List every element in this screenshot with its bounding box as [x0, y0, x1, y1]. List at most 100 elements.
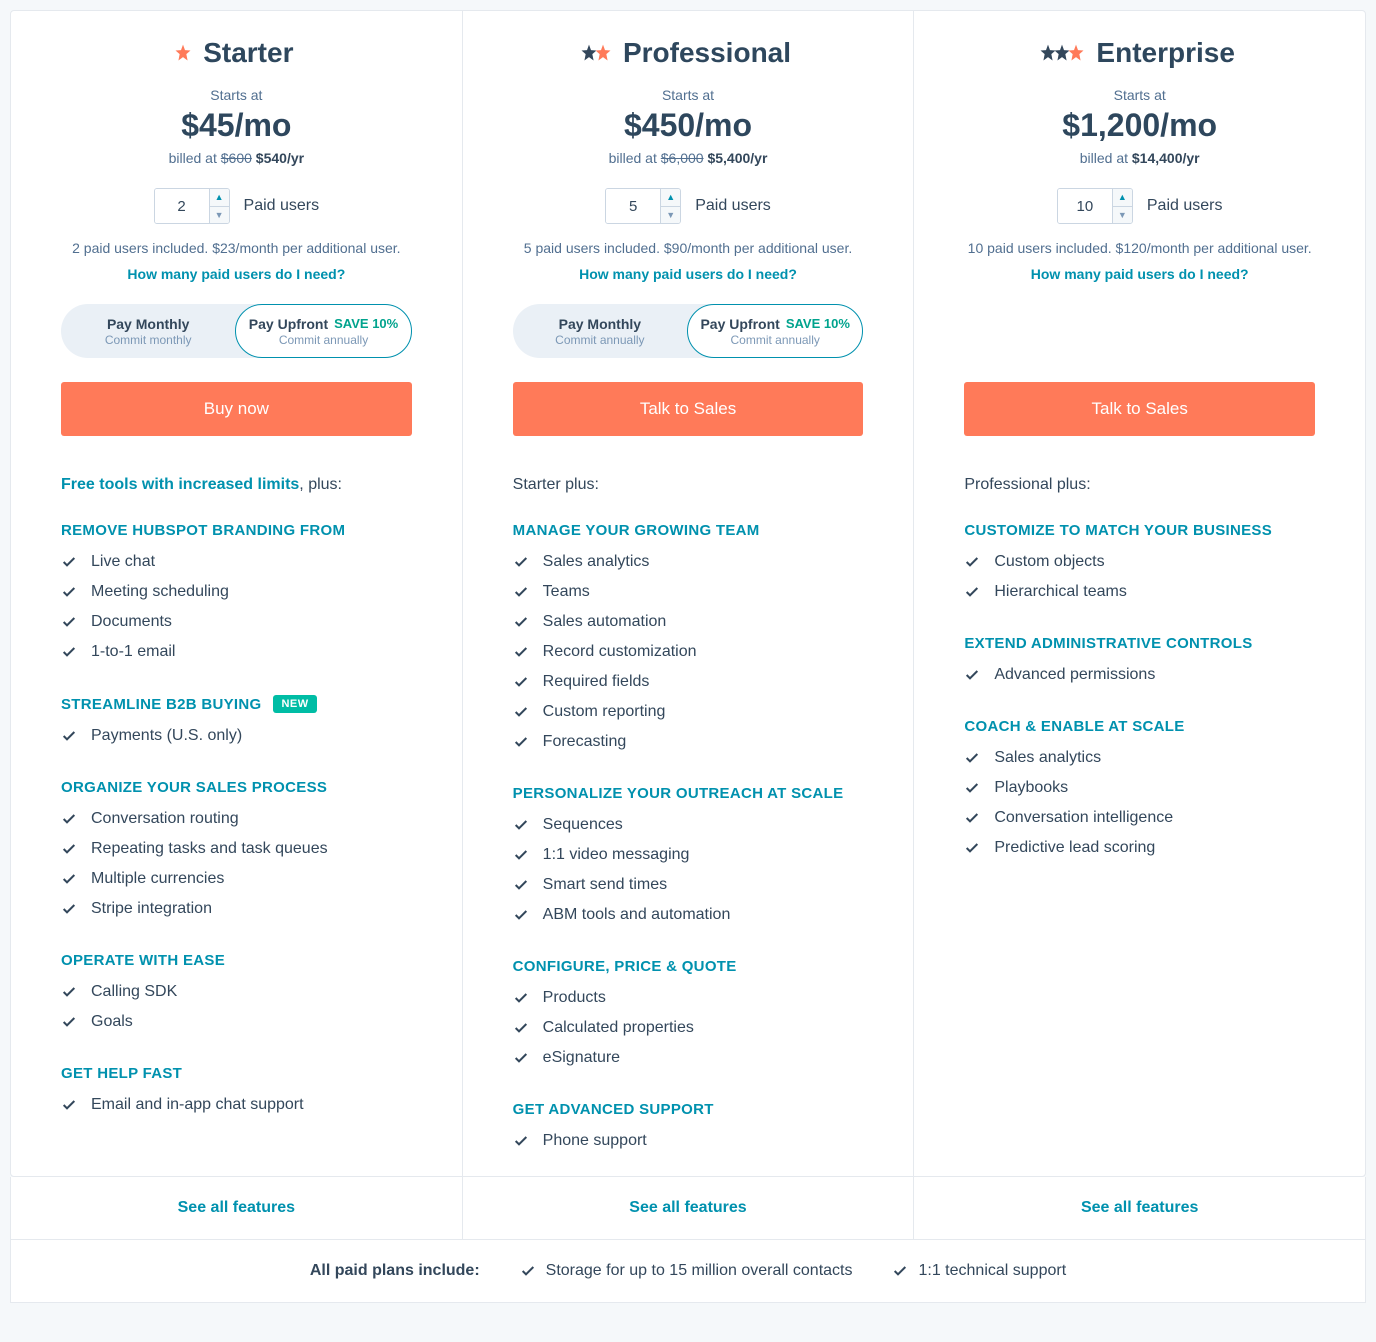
- feature-list: Email and in-app chat support: [61, 1090, 412, 1120]
- feature-heading: GET ADVANCED SUPPORT: [513, 1101, 864, 1118]
- plan-starter: Starter Starts at $45/mo billed at $600 …: [11, 11, 463, 1176]
- price: $45/mo: [61, 107, 412, 144]
- feature-item: Custom objects: [964, 547, 1315, 577]
- feature-item: Sequences: [513, 810, 864, 840]
- feature-heading: PERSONALIZE YOUR OUTREACH AT SCALE: [513, 785, 864, 802]
- help-link[interactable]: How many paid users do I need?: [964, 266, 1315, 282]
- users-stepper[interactable]: ▲ ▼: [605, 188, 681, 224]
- footer-item: 1:1 technical support: [892, 1262, 1066, 1280]
- feature-item: eSignature: [513, 1043, 864, 1073]
- stepper-up-icon[interactable]: ▲: [661, 189, 680, 206]
- starts-at-label: Starts at: [513, 87, 864, 103]
- footer-row: All paid plans include: Storage for up t…: [10, 1240, 1366, 1303]
- feature-list: Sales analyticsTeamsSales automationReco…: [513, 547, 864, 757]
- feature-list: Sequences1:1 video messagingSmart send t…: [513, 810, 864, 930]
- billed-text: billed at $14,400/yr: [964, 150, 1315, 166]
- feature-item: Phone support: [513, 1126, 864, 1156]
- stepper-down-icon[interactable]: ▼: [210, 206, 229, 224]
- feature-groups: REMOVE HUBSPOT BRANDING FROMLive chatMee…: [61, 494, 412, 1120]
- billed-text: billed at $600 $540/yr: [61, 150, 412, 166]
- footer-label: All paid plans include:: [310, 1262, 480, 1280]
- feature-heading: REMOVE HUBSPOT BRANDING FROM: [61, 522, 412, 539]
- feature-list: Custom objectsHierarchical teams: [964, 547, 1315, 607]
- feature-list: ProductsCalculated propertieseSignature: [513, 983, 864, 1073]
- billing-toggle: Pay Monthly Commit monthly Pay UpfrontSA…: [61, 304, 412, 358]
- stepper-down-icon[interactable]: ▼: [1113, 206, 1132, 224]
- toggle-pay-upfront[interactable]: Pay UpfrontSAVE 10% Commit annually: [235, 304, 411, 358]
- plan-enterprise: Enterprise Starts at $1,200/mo billed at…: [914, 11, 1365, 1176]
- feature-list: Calling SDKGoals: [61, 977, 412, 1037]
- feature-item: Calling SDK: [61, 977, 412, 1007]
- free-tools-link[interactable]: Free tools with increased limits: [61, 476, 299, 493]
- feature-item: Stripe integration: [61, 894, 412, 924]
- feature-intro: Professional plus:: [964, 476, 1315, 494]
- users-stepper[interactable]: ▲ ▼: [154, 188, 230, 224]
- see-all-row: See all features See all features See al…: [10, 1177, 1366, 1240]
- plan-title: Enterprise: [1096, 37, 1235, 69]
- users-input[interactable]: [606, 189, 660, 223]
- users-stepper[interactable]: ▲ ▼: [1057, 188, 1133, 224]
- feature-item: Teams: [513, 577, 864, 607]
- feature-intro: Starter plus:: [513, 476, 864, 494]
- feature-item: Calculated properties: [513, 1013, 864, 1043]
- talk-to-sales-button[interactable]: Talk to Sales: [513, 382, 864, 436]
- new-badge: NEW: [273, 695, 316, 713]
- see-all-features-link[interactable]: See all features: [11, 1177, 463, 1239]
- feature-item: Repeating tasks and task queues: [61, 834, 412, 864]
- footer-item: Storage for up to 15 million overall con…: [520, 1262, 853, 1280]
- billing-toggle: Pay Monthly Commit annually Pay UpfrontS…: [513, 304, 864, 358]
- feature-list: Payments (U.S. only): [61, 721, 412, 751]
- feature-item: Meeting scheduling: [61, 577, 412, 607]
- feature-item: Hierarchical teams: [964, 577, 1315, 607]
- talk-to-sales-button[interactable]: Talk to Sales: [964, 382, 1315, 436]
- see-all-features-link[interactable]: See all features: [463, 1177, 915, 1239]
- feature-item: Predictive lead scoring: [964, 833, 1315, 863]
- plan-title: Starter: [203, 37, 293, 69]
- feature-item: Smart send times: [513, 870, 864, 900]
- users-label: Paid users: [1147, 197, 1223, 215]
- feature-heading: GET HELP FAST: [61, 1065, 412, 1082]
- feature-heading: CONFIGURE, PRICE & QUOTE: [513, 958, 864, 975]
- feature-heading: COACH & ENABLE AT SCALE: [964, 718, 1315, 735]
- toggle-pay-monthly[interactable]: Pay Monthly Commit annually: [513, 304, 687, 358]
- plan-professional: Professional Starts at $450/mo billed at…: [463, 11, 915, 1176]
- toggle-pay-upfront[interactable]: Pay UpfrontSAVE 10% Commit annually: [687, 304, 863, 358]
- starts-at-label: Starts at: [61, 87, 412, 103]
- feature-item: 1:1 video messaging: [513, 840, 864, 870]
- feature-item: 1-to-1 email: [61, 637, 412, 667]
- plan-title: Professional: [623, 37, 791, 69]
- feature-list: Advanced permissions: [964, 660, 1315, 690]
- stepper-down-icon[interactable]: ▼: [661, 206, 680, 224]
- users-input[interactable]: [1058, 189, 1112, 223]
- feature-item: Conversation routing: [61, 804, 412, 834]
- help-link[interactable]: How many paid users do I need?: [513, 266, 864, 282]
- see-all-features-link[interactable]: See all features: [914, 1177, 1365, 1239]
- included-note: 5 paid users included. $90/month per add…: [513, 240, 864, 256]
- feature-list: Sales analyticsPlaybooksConversation int…: [964, 743, 1315, 863]
- feature-item: Forecasting: [513, 727, 864, 757]
- feature-intro: Free tools with increased limits, plus:: [61, 476, 412, 494]
- feature-item: Multiple currencies: [61, 864, 412, 894]
- feature-heading: OPERATE WITH EASE: [61, 952, 412, 969]
- users-input[interactable]: [155, 189, 209, 223]
- feature-item: Documents: [61, 607, 412, 637]
- starts-at-label: Starts at: [964, 87, 1315, 103]
- included-note: 10 paid users included. $120/month per a…: [964, 240, 1315, 256]
- help-link[interactable]: How many paid users do I need?: [61, 266, 412, 282]
- feature-list: Conversation routingRepeating tasks and …: [61, 804, 412, 924]
- feature-item: Sales analytics: [964, 743, 1315, 773]
- feature-list: Phone support: [513, 1126, 864, 1156]
- enterprise-tier-icon: [1044, 43, 1086, 63]
- feature-item: Record customization: [513, 637, 864, 667]
- included-note: 2 paid users included. $23/month per add…: [61, 240, 412, 256]
- feature-item: Playbooks: [964, 773, 1315, 803]
- feature-heading: MANAGE YOUR GROWING TEAM: [513, 522, 864, 539]
- stepper-up-icon[interactable]: ▲: [1113, 189, 1132, 206]
- stepper-up-icon[interactable]: ▲: [210, 189, 229, 206]
- feature-groups: MANAGE YOUR GROWING TEAM Sales analyticsT…: [513, 494, 864, 1156]
- toggle-pay-monthly[interactable]: Pay Monthly Commit monthly: [61, 304, 235, 358]
- buy-now-button[interactable]: Buy now: [61, 382, 412, 436]
- feature-item: Custom reporting: [513, 697, 864, 727]
- feature-item: Advanced permissions: [964, 660, 1315, 690]
- feature-item: ABM tools and automation: [513, 900, 864, 930]
